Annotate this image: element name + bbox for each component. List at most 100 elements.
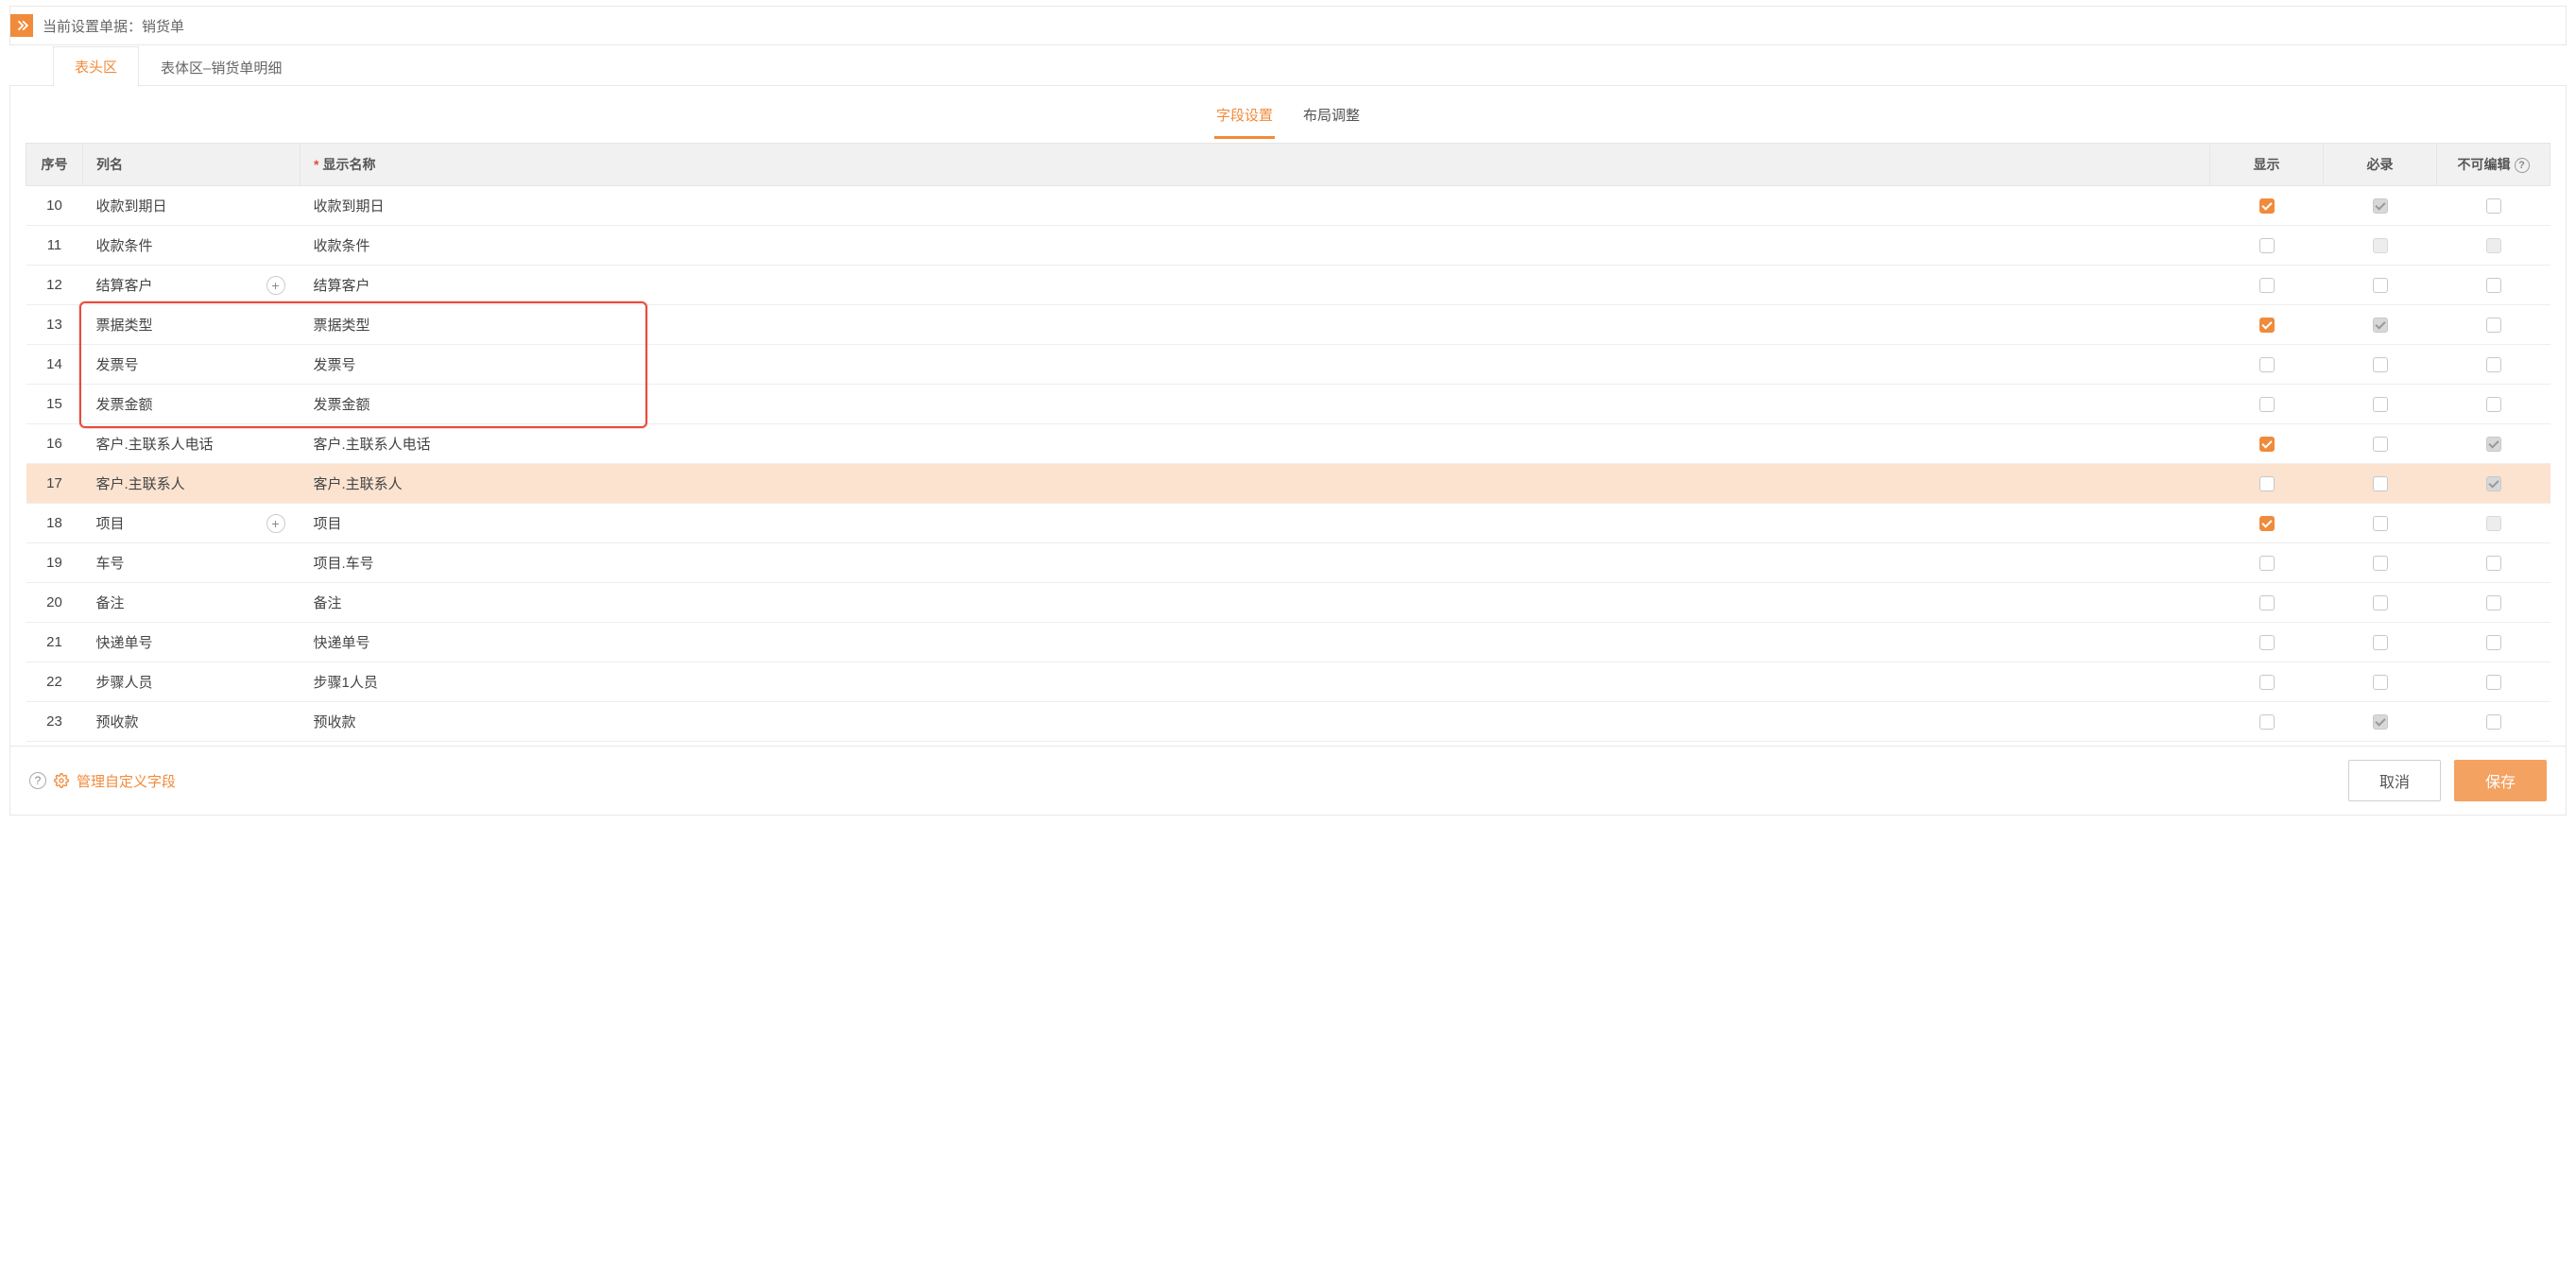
save-button[interactable]: 保存 xyxy=(2454,760,2547,801)
cell-display-name[interactable]: 客户.主联系人 xyxy=(301,464,2210,504)
subtab-0[interactable]: 字段设置 xyxy=(1214,99,1275,139)
readonly-checkbox[interactable] xyxy=(2486,357,2501,372)
required-checkbox[interactable] xyxy=(2373,595,2388,610)
cell-display-name[interactable]: 结算客户 xyxy=(301,266,2210,305)
show-checkbox[interactable] xyxy=(2259,238,2275,253)
cell-seq: 15 xyxy=(26,385,83,424)
cell-seq: 20 xyxy=(26,583,83,623)
cell-show xyxy=(2210,424,2324,464)
required-checkbox xyxy=(2373,714,2388,730)
readonly-checkbox[interactable] xyxy=(2486,675,2501,690)
cell-display-name[interactable]: 备注 xyxy=(301,583,2210,623)
table-row: 21快递单号快递单号 xyxy=(26,623,2550,662)
cell-required xyxy=(2324,305,2437,345)
show-checkbox[interactable] xyxy=(2259,714,2275,730)
show-checkbox[interactable] xyxy=(2259,198,2275,214)
show-checkbox[interactable] xyxy=(2259,357,2275,372)
show-checkbox[interactable] xyxy=(2259,516,2275,531)
cell-col-name: 车号 xyxy=(83,543,301,583)
table-row: 19车号项目.车号 xyxy=(26,543,2550,583)
cell-display-name[interactable]: 票据类型 xyxy=(301,305,2210,345)
readonly-checkbox[interactable] xyxy=(2486,278,2501,293)
readonly-checkbox[interactable] xyxy=(2486,397,2501,412)
subtab-1[interactable]: 布局调整 xyxy=(1301,99,1362,139)
cell-show xyxy=(2210,385,2324,424)
manage-custom-fields-link[interactable]: 管理自定义字段 xyxy=(77,771,176,791)
table-row: 10收款到期日收款到期日 xyxy=(26,186,2550,226)
table-row: 11收款条件收款条件 xyxy=(26,226,2550,266)
cell-required xyxy=(2324,504,2437,543)
cell-required xyxy=(2324,543,2437,583)
readonly-checkbox[interactable] xyxy=(2486,318,2501,333)
expand-plus-button[interactable]: + xyxy=(266,276,285,295)
readonly-checkbox[interactable] xyxy=(2486,714,2501,730)
tab-1[interactable]: 表体区–销货单明细 xyxy=(139,47,303,87)
cell-show xyxy=(2210,543,2324,583)
inner-area: 字段设置布局调整 序号 列名 *显示名称 显示 必录 不可编辑? 10收 xyxy=(9,85,2567,747)
required-checkbox[interactable] xyxy=(2373,476,2388,491)
required-checkbox[interactable] xyxy=(2373,397,2388,412)
show-checkbox[interactable] xyxy=(2259,595,2275,610)
table-row: 22步骤人员步骤1人员 xyxy=(26,662,2550,702)
show-checkbox[interactable] xyxy=(2259,476,2275,491)
cell-seq: 22 xyxy=(26,662,83,702)
cell-display-name[interactable]: 发票号 xyxy=(301,345,2210,385)
cell-display-name[interactable]: 发票金额 xyxy=(301,385,2210,424)
help-icon[interactable]: ? xyxy=(2515,158,2530,173)
cell-display-name[interactable]: 快递单号 xyxy=(301,623,2210,662)
cell-display-name[interactable]: 步骤1人员 xyxy=(301,662,2210,702)
cell-required xyxy=(2324,266,2437,305)
show-checkbox[interactable] xyxy=(2259,397,2275,412)
field-table-wrap: 序号 列名 *显示名称 显示 必录 不可编辑? 10收款到期日收款到期日11收款… xyxy=(10,139,2566,746)
show-checkbox[interactable] xyxy=(2259,635,2275,650)
expand-plus-button[interactable]: + xyxy=(266,514,285,533)
required-checkbox xyxy=(2373,318,2388,333)
question-icon[interactable]: ? xyxy=(29,772,46,789)
cell-display-name[interactable]: 项目 xyxy=(301,504,2210,543)
cell-show xyxy=(2210,662,2324,702)
required-checkbox[interactable] xyxy=(2373,437,2388,452)
cell-readonly xyxy=(2437,662,2550,702)
cell-display-name[interactable]: 预收款 xyxy=(301,702,2210,742)
cell-readonly xyxy=(2437,385,2550,424)
cell-show xyxy=(2210,305,2324,345)
readonly-checkbox[interactable] xyxy=(2486,556,2501,571)
cell-readonly xyxy=(2437,266,2550,305)
cell-col-name: 发票金额 xyxy=(83,385,301,424)
required-checkbox[interactable] xyxy=(2373,357,2388,372)
required-checkbox[interactable] xyxy=(2373,556,2388,571)
readonly-checkbox[interactable] xyxy=(2486,635,2501,650)
required-checkbox[interactable] xyxy=(2373,635,2388,650)
tab-0[interactable]: 表头区 xyxy=(53,46,139,87)
show-checkbox[interactable] xyxy=(2259,437,2275,452)
cell-required xyxy=(2324,424,2437,464)
sidebar-toggle-button[interactable] xyxy=(10,14,33,37)
cell-col-name: 票据类型 xyxy=(83,305,301,345)
current-doc-label: 当前设置单据：销货单 xyxy=(43,16,184,36)
required-checkbox[interactable] xyxy=(2373,516,2388,531)
cell-show xyxy=(2210,702,2324,742)
show-checkbox[interactable] xyxy=(2259,556,2275,571)
cell-show xyxy=(2210,266,2324,305)
required-checkbox[interactable] xyxy=(2373,278,2388,293)
readonly-checkbox[interactable] xyxy=(2486,198,2501,214)
footer-bar: ? 管理自定义字段 取消 保存 xyxy=(9,747,2567,816)
show-checkbox[interactable] xyxy=(2259,318,2275,333)
chevron-right-double-icon xyxy=(15,19,28,32)
cell-readonly xyxy=(2437,424,2550,464)
cell-display-name[interactable]: 客户.主联系人电话 xyxy=(301,424,2210,464)
readonly-checkbox[interactable] xyxy=(2486,595,2501,610)
show-checkbox[interactable] xyxy=(2259,278,2275,293)
required-checkbox[interactable] xyxy=(2373,675,2388,690)
cell-display-name[interactable]: 收款条件 xyxy=(301,226,2210,266)
subtabs: 字段设置布局调整 xyxy=(10,86,2566,139)
cell-col-name: 备注 xyxy=(83,583,301,623)
cell-display-name[interactable]: 收款到期日 xyxy=(301,186,2210,226)
cell-display-name[interactable]: 项目.车号 xyxy=(301,543,2210,583)
th-seq: 序号 xyxy=(26,144,83,186)
table-row: 13票据类型票据类型 xyxy=(26,305,2550,345)
show-checkbox[interactable] xyxy=(2259,675,2275,690)
th-display-name: *显示名称 xyxy=(301,144,2210,186)
cancel-button[interactable]: 取消 xyxy=(2348,760,2441,801)
cell-show xyxy=(2210,583,2324,623)
